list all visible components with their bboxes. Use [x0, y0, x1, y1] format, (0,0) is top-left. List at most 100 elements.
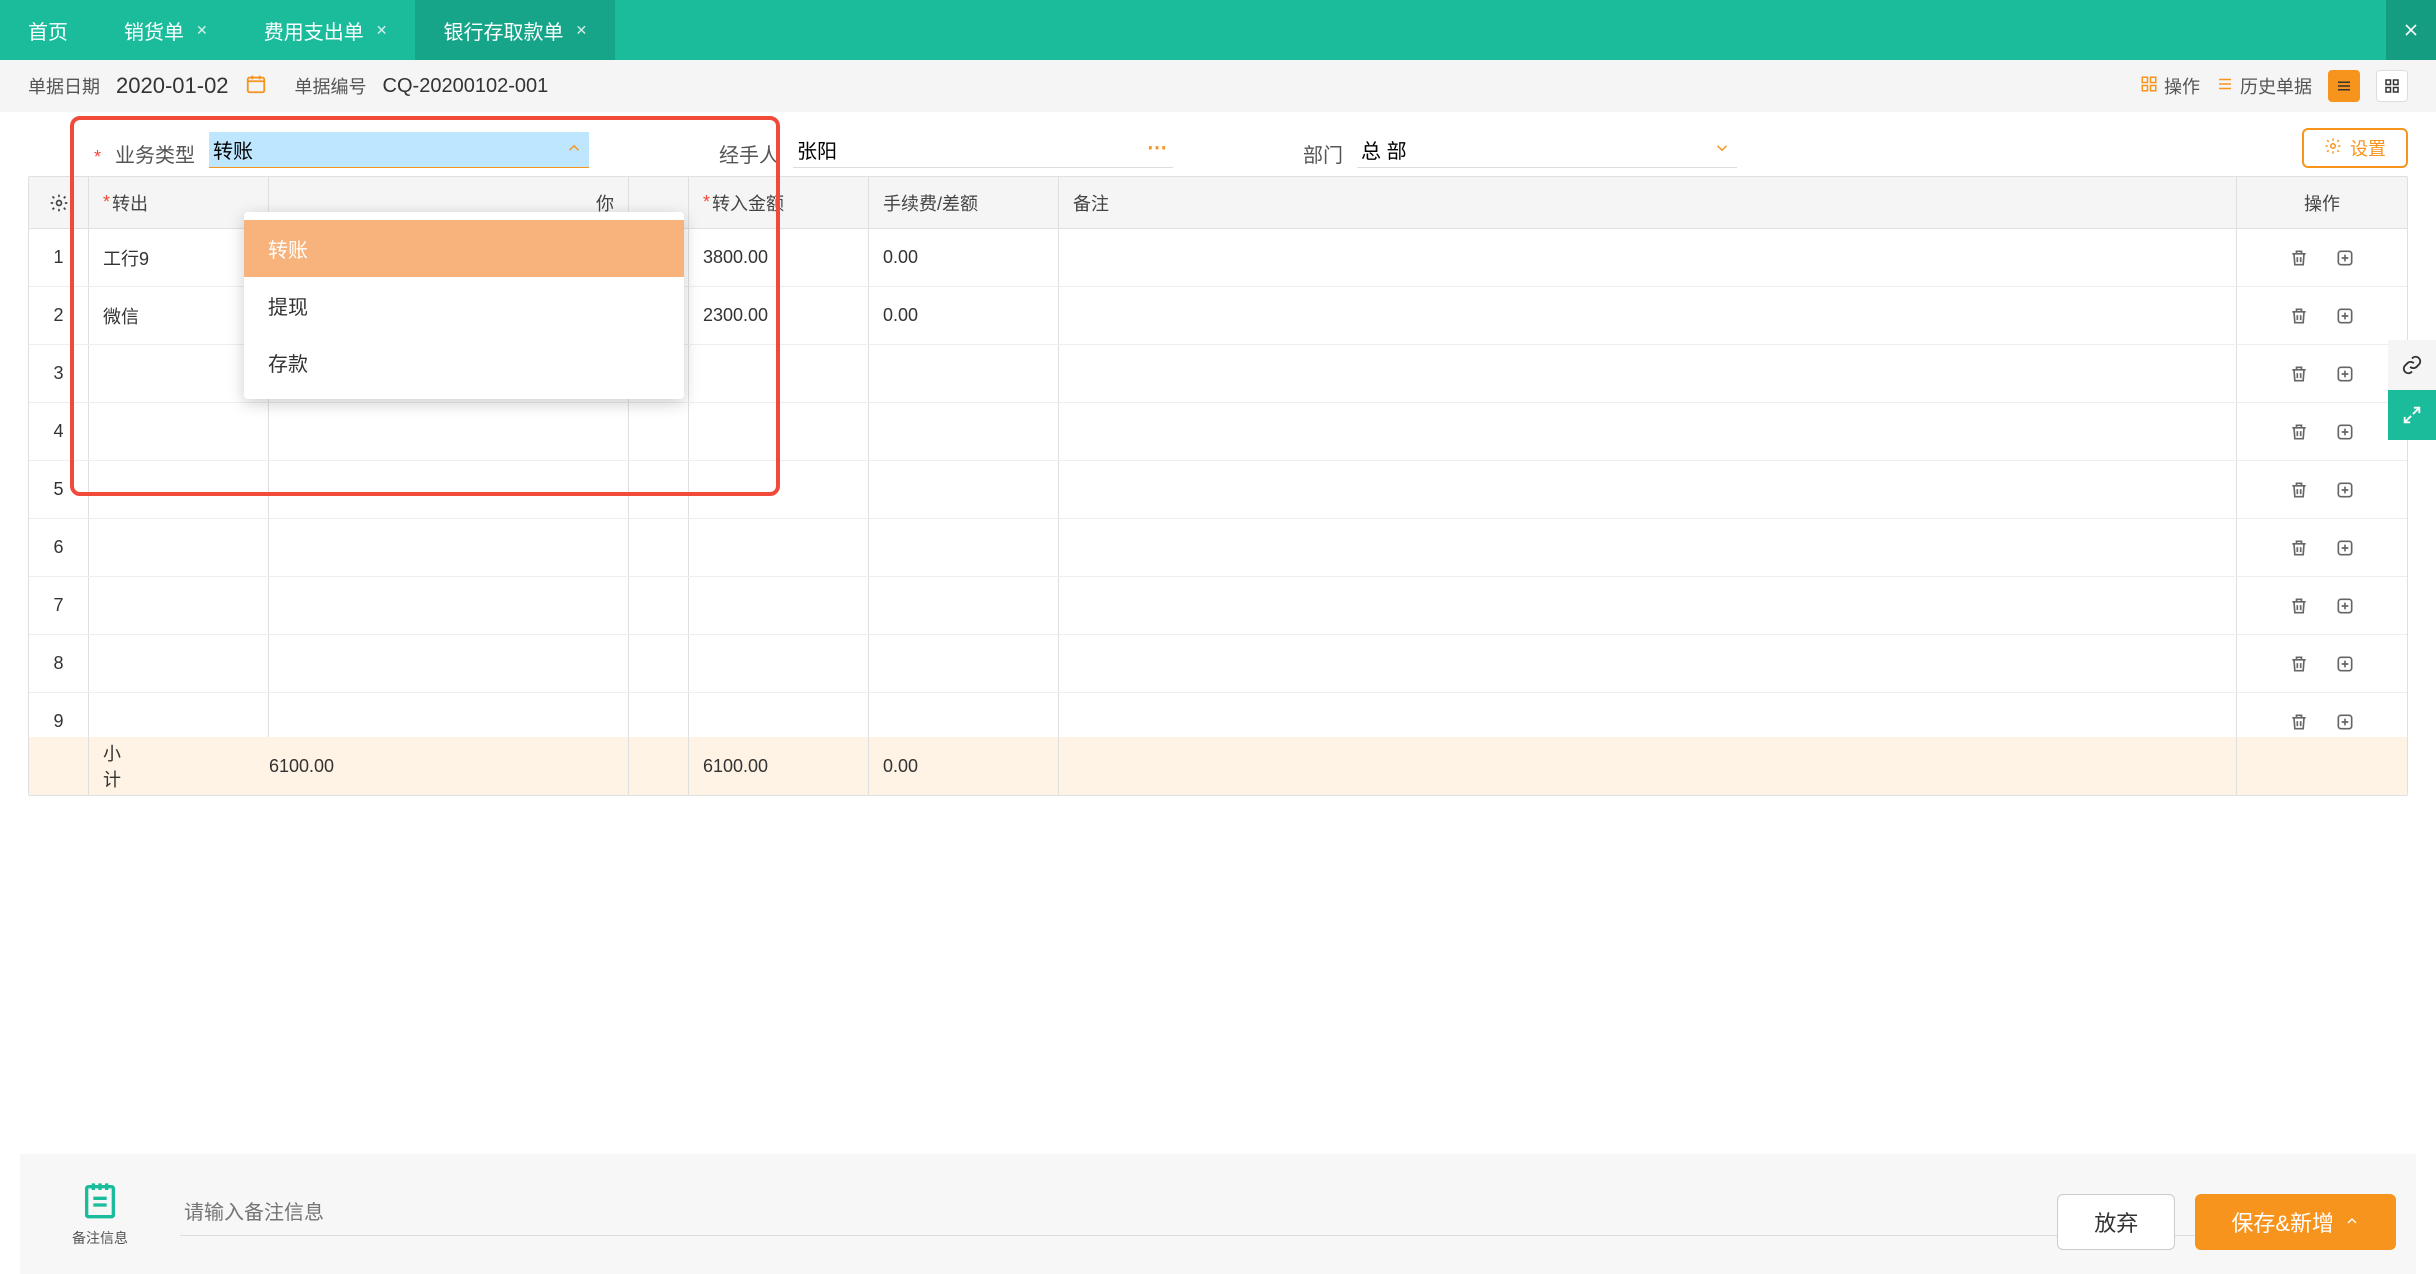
save-new-button[interactable]: 保存&新增	[2195, 1194, 2396, 1250]
table-row[interactable]: 9	[29, 693, 2407, 737]
cell-out-account[interactable]: 工行9	[89, 229, 269, 286]
expand-icon-button[interactable]	[2388, 390, 2436, 440]
tab-close-icon[interactable]: ✕	[575, 22, 587, 39]
cell-out-account[interactable]	[89, 345, 269, 402]
cell-in-amount[interactable]	[689, 577, 869, 634]
date-value[interactable]: 2020-01-02	[116, 73, 229, 99]
cell-fee[interactable]	[869, 693, 1059, 737]
link-icon-button[interactable]	[2388, 340, 2436, 390]
cell-in-amount[interactable]	[689, 519, 869, 576]
discard-button[interactable]: 放弃	[2057, 1194, 2175, 1250]
delete-row-icon[interactable]	[2286, 245, 2312, 271]
cell-note[interactable]	[1059, 461, 2237, 518]
cell-note[interactable]	[1059, 519, 2237, 576]
delete-row-icon[interactable]	[2286, 477, 2312, 503]
cell-note[interactable]	[1059, 403, 2237, 460]
tab-bank-transfer[interactable]: 银行存取款单✕	[415, 0, 615, 60]
view-toggle-list[interactable]	[2328, 70, 2360, 102]
cell-in-amount[interactable]: 3800.00	[689, 229, 869, 286]
cell-in-account[interactable]	[629, 577, 689, 634]
app-close-button[interactable]	[2386, 0, 2436, 60]
cell-out-amount[interactable]	[269, 635, 629, 692]
add-row-icon[interactable]	[2332, 651, 2358, 677]
tab-expense[interactable]: 费用支出单✕	[236, 0, 416, 60]
cell-out-account[interactable]	[89, 403, 269, 460]
cell-note[interactable]	[1059, 693, 2237, 737]
add-row-icon[interactable]	[2332, 361, 2358, 387]
delete-row-icon[interactable]	[2286, 303, 2312, 329]
cell-out-amount[interactable]	[269, 461, 629, 518]
delete-row-icon[interactable]	[2286, 361, 2312, 387]
tab-sales[interactable]: 销货单✕	[96, 0, 236, 60]
cell-out-account[interactable]	[89, 519, 269, 576]
cell-fee[interactable]	[869, 635, 1059, 692]
cell-in-amount[interactable]	[689, 693, 869, 737]
delete-row-icon[interactable]	[2286, 535, 2312, 561]
cell-in-account[interactable]	[629, 693, 689, 737]
dropdown-option-withdraw[interactable]: 提现	[244, 277, 684, 334]
delete-row-icon[interactable]	[2286, 419, 2312, 445]
business-type-input[interactable]	[209, 132, 589, 168]
cell-in-amount[interactable]: 2300.00	[689, 287, 869, 344]
cell-in-amount[interactable]	[689, 461, 869, 518]
cell-fee[interactable]	[869, 403, 1059, 460]
delete-row-icon[interactable]	[2286, 709, 2312, 735]
cell-in-amount[interactable]	[689, 635, 869, 692]
add-row-icon[interactable]	[2332, 535, 2358, 561]
calendar-icon[interactable]	[245, 73, 267, 100]
cell-out-amount[interactable]	[269, 577, 629, 634]
delete-row-icon[interactable]	[2286, 651, 2312, 677]
cell-note[interactable]	[1059, 287, 2237, 344]
operate-action[interactable]: 操作	[2140, 73, 2200, 99]
ellipsis-icon[interactable]: ⋯	[1147, 135, 1167, 160]
delete-row-icon[interactable]	[2286, 593, 2312, 619]
table-row[interactable]: 8	[29, 635, 2407, 693]
cell-fee[interactable]	[869, 345, 1059, 402]
chevron-up-icon[interactable]	[565, 139, 583, 160]
add-row-icon[interactable]	[2332, 709, 2358, 735]
table-row[interactable]: 6	[29, 519, 2407, 577]
remark-input[interactable]	[180, 1192, 2376, 1236]
cell-note[interactable]	[1059, 345, 2237, 402]
add-row-icon[interactable]	[2332, 303, 2358, 329]
cell-in-amount[interactable]	[689, 345, 869, 402]
view-toggle-grid[interactable]	[2376, 70, 2408, 102]
cell-out-account[interactable]	[89, 577, 269, 634]
cell-out-account[interactable]	[89, 693, 269, 737]
add-row-icon[interactable]	[2332, 593, 2358, 619]
cell-fee[interactable]: 0.00	[869, 287, 1059, 344]
table-row[interactable]: 4	[29, 403, 2407, 461]
add-row-icon[interactable]	[2332, 245, 2358, 271]
cell-note[interactable]	[1059, 577, 2237, 634]
cell-out-amount[interactable]	[269, 403, 629, 460]
cell-in-account[interactable]	[629, 519, 689, 576]
gear-column-header[interactable]	[29, 177, 89, 228]
dropdown-option-deposit[interactable]: 存款	[244, 334, 684, 391]
cell-fee[interactable]	[869, 461, 1059, 518]
cell-fee[interactable]	[869, 577, 1059, 634]
tab-home[interactable]: 首页	[0, 0, 96, 60]
tab-close-icon[interactable]: ✕	[376, 22, 388, 39]
table-row[interactable]: 7	[29, 577, 2407, 635]
cell-note[interactable]	[1059, 635, 2237, 692]
cell-fee[interactable]: 0.00	[869, 229, 1059, 286]
cell-out-account[interactable]: 微信	[89, 287, 269, 344]
table-row[interactable]: 5	[29, 461, 2407, 519]
tab-close-icon[interactable]: ✕	[196, 22, 208, 39]
add-row-icon[interactable]	[2332, 477, 2358, 503]
add-row-icon[interactable]	[2332, 419, 2358, 445]
history-action[interactable]: 历史单据	[2216, 73, 2312, 99]
cell-out-amount[interactable]	[269, 693, 629, 737]
cell-fee[interactable]	[869, 519, 1059, 576]
cell-in-account[interactable]	[629, 461, 689, 518]
cell-out-amount[interactable]	[269, 519, 629, 576]
cell-note[interactable]	[1059, 229, 2237, 286]
cell-in-amount[interactable]	[689, 403, 869, 460]
chevron-down-icon[interactable]	[1713, 139, 1731, 160]
cell-in-account[interactable]	[629, 403, 689, 460]
settings-button[interactable]: 设置	[2302, 128, 2408, 168]
cell-in-account[interactable]	[629, 635, 689, 692]
department-input[interactable]	[1357, 132, 1737, 168]
cell-out-account[interactable]	[89, 635, 269, 692]
dropdown-option-transfer[interactable]: 转账	[244, 220, 684, 277]
